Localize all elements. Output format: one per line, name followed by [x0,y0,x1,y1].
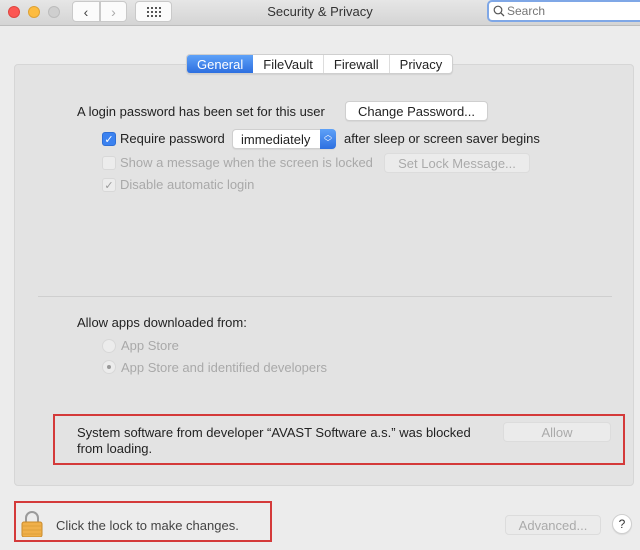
search-field[interactable] [487,0,640,22]
tab-privacy[interactable]: Privacy [390,55,453,73]
radio-app-store-identified-label: App Store and identified developers [121,360,327,375]
show-message-checkbox[interactable] [102,156,116,170]
tab-bar: General FileVault Firewall Privacy [186,54,454,74]
tab-general[interactable]: General [187,55,254,73]
require-password-suffix: after sleep or screen saver begins [344,131,540,146]
radio-app-store-label: App Store [121,338,179,353]
disable-auto-login-label: Disable automatic login [120,177,255,192]
set-lock-message-button[interactable]: Set Lock Message... [384,153,530,173]
advanced-button[interactable]: Advanced... [505,515,601,535]
radio-dot-icon [107,365,111,369]
lock-icon[interactable] [21,511,43,537]
tab-filevault[interactable]: FileVault [253,55,324,73]
login-password-label: A login password has been set for this u… [77,104,325,119]
require-password-delay-select[interactable]: immediately ︿ ﹀ [232,129,336,149]
section-divider [38,296,612,297]
blocked-software-message: System software from developer “AVAST So… [77,425,471,456]
allow-button[interactable]: Allow [503,422,611,442]
change-password-button[interactable]: Change Password... [345,101,488,121]
updown-chevron-icon: ︿ ﹀ [320,129,336,149]
help-button[interactable]: ? [612,514,632,534]
show-message-label: Show a message when the screen is locked [120,155,373,170]
title-bar: ‹ › Security & Privacy [0,0,640,26]
radio-app-store-identified[interactable] [102,360,116,374]
radio-app-store[interactable] [102,339,116,353]
lock-message: Click the lock to make changes. [56,518,239,533]
disable-auto-login-checkbox[interactable]: ✓ [102,178,116,192]
search-input[interactable] [507,4,627,18]
require-password-label: Require password [120,131,225,146]
checkmark-icon: ✓ [104,133,114,146]
tab-firewall[interactable]: Firewall [324,55,390,73]
checkmark-icon: ✓ [104,179,114,192]
require-password-delay-value: immediately [241,132,311,147]
search-icon [493,5,505,17]
allow-apps-heading: Allow apps downloaded from: [77,315,247,330]
question-mark-icon: ? [618,517,626,531]
require-password-checkbox[interactable]: ✓ [102,132,116,146]
